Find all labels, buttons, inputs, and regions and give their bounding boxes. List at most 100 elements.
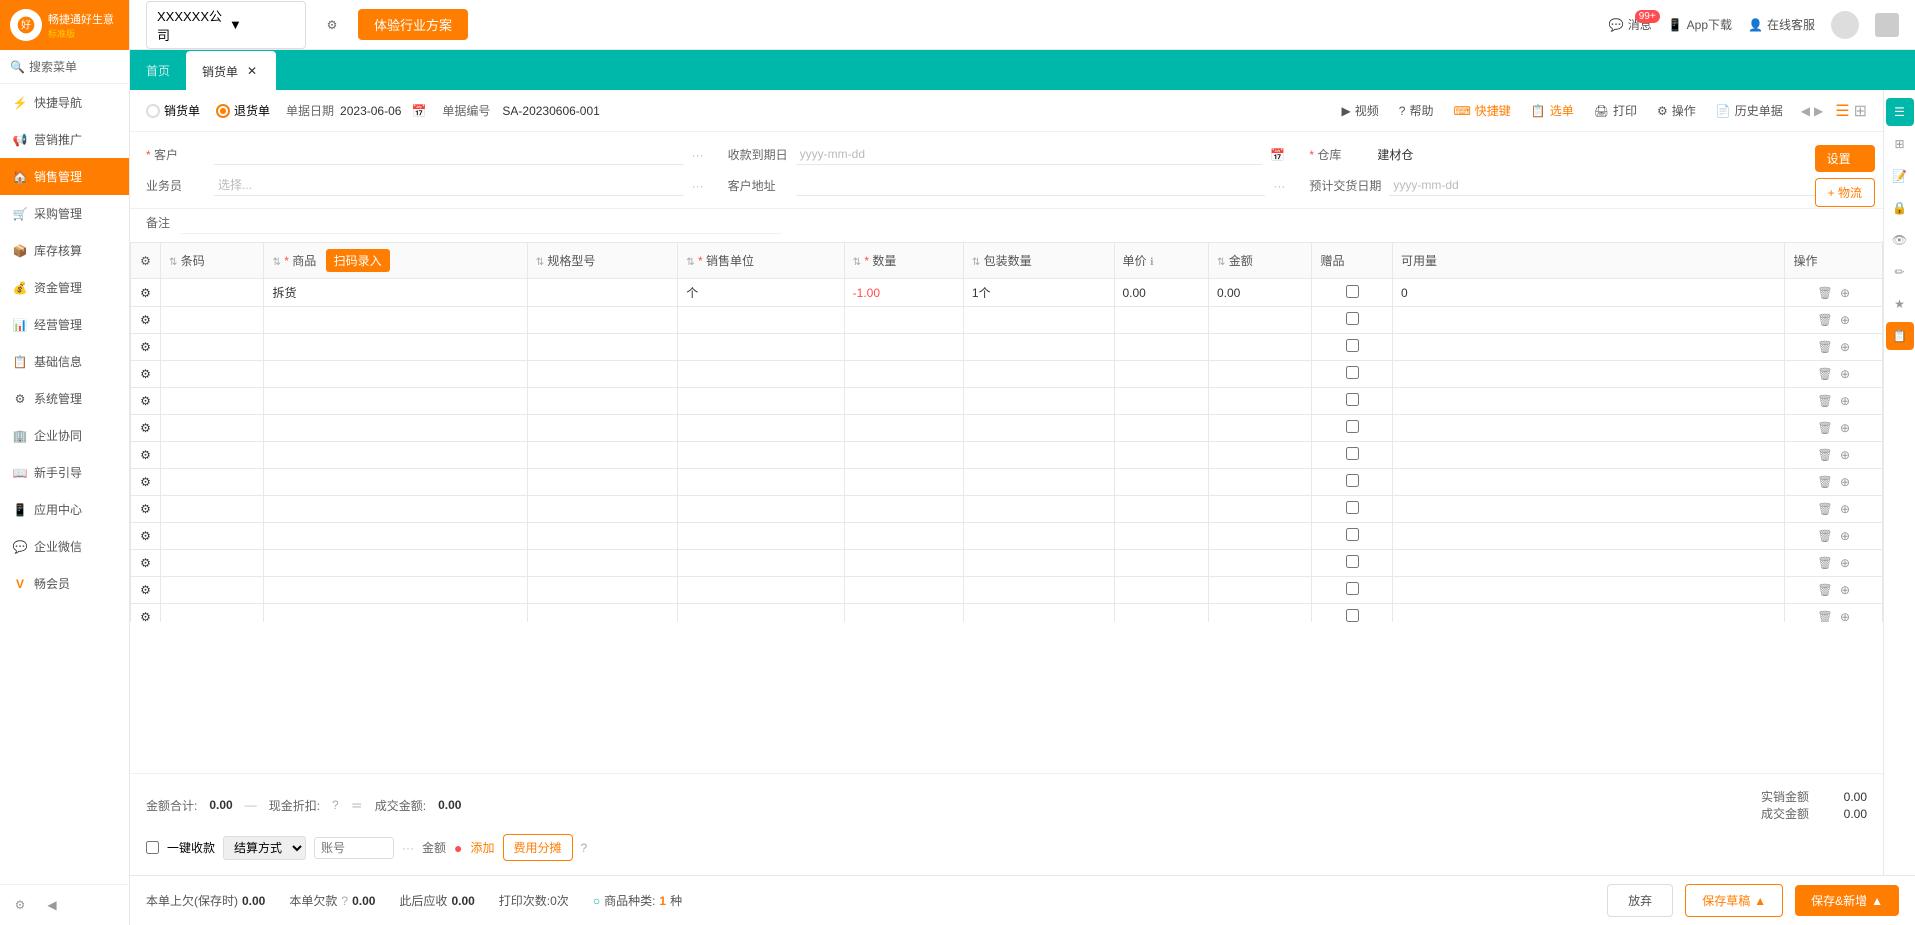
delete-icon[interactable]: 🗑	[1817, 502, 1832, 516]
one-click-pay-checkbox[interactable]	[146, 841, 159, 854]
sidebar-item-operations[interactable]: 📊 经营管理	[0, 306, 129, 343]
row-gift-cell[interactable]	[1312, 307, 1392, 334]
delete-icon[interactable]: 🗑	[1817, 286, 1832, 300]
gift-checkbox[interactable]	[1346, 393, 1359, 406]
delete-icon[interactable]: 🗑	[1817, 583, 1832, 597]
customer-input[interactable]	[214, 144, 684, 165]
copy-icon[interactable]: ⊕	[1840, 394, 1850, 408]
gift-checkbox[interactable]	[1346, 555, 1359, 568]
note-input[interactable]	[181, 213, 781, 234]
sidebar-item-purchase[interactable]: 🛒 采购管理	[0, 195, 129, 232]
delete-icon[interactable]: 🗑	[1817, 610, 1832, 622]
row-gift-cell[interactable]	[1312, 415, 1392, 442]
sidebar-settings-icon[interactable]: ⚙	[8, 893, 32, 917]
rs-note[interactable]: 📝	[1886, 162, 1914, 190]
due-date-input[interactable]	[796, 144, 1263, 165]
sidebar-item-quick-nav[interactable]: ⚡ 快捷导航	[0, 84, 129, 121]
save-new-button[interactable]: 保存&新增 ▲	[1795, 885, 1899, 916]
account-input[interactable]	[314, 837, 394, 859]
toolbar-video[interactable]: ▶ 视频	[1336, 100, 1385, 121]
settle-method-select[interactable]: 结算方式	[223, 836, 306, 860]
app-download-button[interactable]: 📱 App下载	[1668, 16, 1732, 33]
copy-icon[interactable]: ⊕	[1840, 313, 1850, 327]
th-settings[interactable]: ⚙	[131, 243, 161, 279]
sidebar-item-app-center[interactable]: 📱 应用中心	[0, 491, 129, 528]
trial-button[interactable]: 体验行业方案	[358, 9, 468, 40]
copy-icon[interactable]: ⊕	[1840, 448, 1850, 462]
toolbar-shortcut[interactable]: ⌨ 快捷键	[1447, 100, 1516, 121]
rs-layout1[interactable]: ☰	[1886, 98, 1914, 126]
row-gift-cell[interactable]	[1312, 442, 1392, 469]
copy-icon[interactable]: ⊕	[1840, 556, 1850, 570]
toolbar-history[interactable]: 📄 历史单据	[1710, 100, 1789, 121]
tab-sales-order[interactable]: 销货单 ✕	[186, 51, 276, 91]
copy-icon[interactable]: ⊕	[1840, 475, 1850, 489]
user-avatar[interactable]	[1831, 11, 1859, 39]
rs-edit[interactable]: ✏	[1886, 258, 1914, 286]
copy-icon[interactable]: ⊕	[1840, 421, 1850, 435]
expected-date-input[interactable]	[1389, 175, 1844, 196]
delete-icon[interactable]: 🗑	[1817, 448, 1832, 462]
gift-checkbox[interactable]	[1346, 366, 1359, 379]
gift-checkbox[interactable]	[1346, 582, 1359, 595]
grid-view-icon[interactable]: ⊞	[1854, 101, 1867, 121]
toolbar-help[interactable]: ? 帮助	[1393, 100, 1440, 121]
row-gift-cell[interactable]	[1312, 604, 1392, 623]
row-gift-cell[interactable]	[1312, 550, 1392, 577]
salesperson-input[interactable]	[214, 175, 684, 196]
prev-page-icon[interactable]: ◀	[1801, 104, 1810, 118]
delete-icon[interactable]: 🗑	[1817, 313, 1832, 327]
online-service-button[interactable]: 👤 在线客服	[1748, 16, 1815, 33]
row-gift-cell[interactable]	[1312, 334, 1392, 361]
sidebar-item-inventory[interactable]: 📦 库存核算	[0, 232, 129, 269]
address-more-icon[interactable]: ···	[1273, 179, 1285, 193]
gift-checkbox[interactable]	[1346, 447, 1359, 460]
save-draft-button[interactable]: 保存草稿 ▲	[1685, 884, 1783, 917]
copy-icon[interactable]: ⊕	[1840, 286, 1850, 300]
copy-icon[interactable]: ⊕	[1840, 610, 1850, 622]
sidebar-item-marketing[interactable]: 📢 营销推广	[0, 121, 129, 158]
toolbar-choose[interactable]: 📋 选单	[1525, 100, 1580, 121]
next-page-icon[interactable]: ▶	[1814, 104, 1823, 118]
sidebar-item-member[interactable]: V 畅会员	[0, 565, 129, 602]
row-gift-cell[interactable]	[1312, 388, 1392, 415]
customer-more-icon[interactable]: ···	[692, 148, 704, 162]
delete-icon[interactable]: 🗑	[1817, 367, 1832, 381]
copy-icon[interactable]: ⊕	[1840, 583, 1850, 597]
copy-icon[interactable]: ⊕	[1840, 502, 1850, 516]
company-settings-icon[interactable]: ⚙	[318, 11, 346, 39]
rs-lock[interactable]: 🔒	[1886, 194, 1914, 222]
scan-button[interactable]: 扫码录入	[326, 249, 390, 272]
sale-radio[interactable]: 销货单	[146, 102, 200, 119]
due-date-calendar-icon[interactable]: 📅	[1270, 148, 1285, 162]
tab-home[interactable]: 首页	[130, 50, 186, 90]
row-gift-cell[interactable]	[1312, 496, 1392, 523]
rs-star[interactable]: ★	[1886, 290, 1914, 318]
row-gift-cell[interactable]	[1312, 523, 1392, 550]
gift-checkbox[interactable]	[1346, 420, 1359, 433]
rs-layout2[interactable]: ⊞	[1886, 130, 1914, 158]
search-menu[interactable]: 🔍 搜索菜单	[0, 50, 129, 84]
tab-close-icon[interactable]: ✕	[244, 63, 260, 79]
sidebar-item-guide[interactable]: 📖 新手引导	[0, 454, 129, 491]
sidebar-item-sales[interactable]: 🏠 销售管理	[0, 158, 129, 195]
delete-icon[interactable]: 🗑	[1817, 340, 1832, 354]
delete-icon[interactable]: 🗑	[1817, 394, 1832, 408]
toolbar-print[interactable]: 🖨 打印	[1588, 100, 1643, 121]
copy-icon[interactable]: ⊕	[1840, 340, 1850, 354]
toolbar-action[interactable]: ⚙ 操作	[1651, 100, 1702, 121]
rs-eye[interactable]: 👁	[1886, 226, 1914, 254]
copy-icon[interactable]: ⊕	[1840, 529, 1850, 543]
discard-button[interactable]: 放弃	[1607, 884, 1673, 917]
delete-icon[interactable]: 🗑	[1817, 475, 1832, 489]
sidebar-item-wechat[interactable]: 💬 企业微信	[0, 528, 129, 565]
gift-checkbox[interactable]	[1346, 285, 1359, 298]
rs-orange-btn[interactable]: 📋	[1886, 322, 1914, 350]
calendar-icon[interactable]: 📅	[411, 104, 426, 118]
copy-icon[interactable]: ⊕	[1840, 367, 1850, 381]
gift-checkbox[interactable]	[1346, 609, 1359, 622]
gift-checkbox[interactable]	[1346, 528, 1359, 541]
row-gift-cell[interactable]	[1312, 469, 1392, 496]
logistics-button[interactable]: + 物流	[1815, 178, 1875, 207]
sidebar-collapse-icon[interactable]: ◀	[40, 893, 64, 917]
